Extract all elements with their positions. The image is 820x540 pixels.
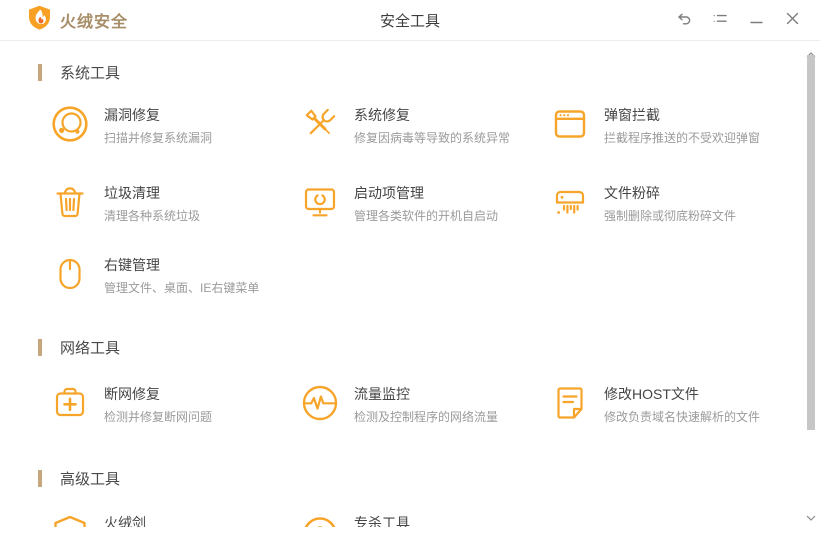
tool-title: 专杀工具 bbox=[354, 515, 410, 527]
tool-title: 断网修复 bbox=[104, 386, 160, 402]
tool-title: 垃圾清理 bbox=[104, 185, 160, 201]
vulnerability-repair-icon bbox=[50, 104, 90, 144]
tool-system-repair[interactable]: 系统修复 修复因病毒等导致的系统异常 bbox=[300, 104, 550, 154]
minimize-icon bbox=[749, 11, 764, 29]
tool-title: 文件粉碎 bbox=[604, 185, 660, 201]
tool-title: 系统修复 bbox=[354, 107, 410, 123]
close-icon bbox=[785, 11, 800, 29]
context-menu-manager-icon bbox=[50, 254, 90, 294]
tool-title: 漏洞修复 bbox=[104, 107, 160, 123]
section-marker bbox=[38, 469, 42, 487]
tool-host-file[interactable]: 修改HOST文件 修改负责域名快速解析的文件 bbox=[550, 383, 820, 433]
vertical-scrollbar[interactable] bbox=[805, 41, 817, 540]
window-controls bbox=[672, 8, 820, 32]
section-advanced-tools: 高级工具 bbox=[38, 468, 820, 488]
popup-blocker-icon bbox=[550, 104, 590, 144]
file-shredder-icon bbox=[550, 182, 590, 222]
app-logo: 火绒安全 bbox=[28, 5, 128, 35]
back-button[interactable] bbox=[672, 8, 696, 32]
tool-title: 右键管理 bbox=[104, 257, 160, 273]
startup-manager-icon bbox=[300, 182, 340, 222]
chevron-down-icon[interactable] bbox=[806, 508, 816, 526]
tool-desc: 修改负责域名快速解析的文件 bbox=[604, 410, 761, 424]
clipped-row-wrapper: 火绒剑 专杀工具 bbox=[0, 512, 820, 527]
huorong-shield-flame-logo-icon bbox=[28, 5, 51, 35]
section-marker bbox=[38, 338, 42, 356]
tool-title: 流量监控 bbox=[354, 386, 410, 402]
tools-panel: 系统工具 漏洞修复 扫描并修复系统漏洞 系统修复 修复因病毒等导致的系统异常 弹… bbox=[0, 62, 820, 527]
tool-desc: 强制删除或彻底粉碎文件 bbox=[604, 209, 737, 223]
section-title: 高级工具 bbox=[60, 470, 121, 488]
tool-desc: 修复因病毒等导致的系统异常 bbox=[354, 131, 511, 145]
tool-row: 垃圾清理 清理各种系统垃圾 启动项管理 管理各类软件的开机自启动 文件粉碎 强制… bbox=[50, 182, 820, 232]
menu-button[interactable] bbox=[708, 8, 732, 32]
tool-vulnerability-repair[interactable]: 漏洞修复 扫描并修复系统漏洞 bbox=[50, 104, 300, 154]
tool-desc: 管理文件、桌面、IE右键菜单 bbox=[104, 281, 260, 295]
scrollbar-thumb[interactable] bbox=[807, 55, 815, 430]
tool-context-menu-manager[interactable]: 右键管理 管理文件、桌面、IE右键菜单 bbox=[50, 254, 300, 304]
section-marker bbox=[38, 63, 42, 81]
tool-startup-manager[interactable]: 启动项管理 管理各类软件的开机自启动 bbox=[300, 182, 550, 232]
tool-desc: 扫描并修复系统漏洞 bbox=[104, 131, 213, 145]
section-system-tools: 系统工具 bbox=[38, 62, 820, 82]
tool-specialized-killer[interactable]: 专杀工具 bbox=[300, 512, 550, 527]
huorong-sword-shield-icon bbox=[50, 512, 90, 527]
network-repair-icon bbox=[50, 383, 90, 423]
tool-desc: 检测及控制程序的网络流量 bbox=[354, 410, 499, 424]
tool-desc: 管理各类软件的开机自启动 bbox=[354, 209, 499, 223]
tool-junk-cleaner[interactable]: 垃圾清理 清理各种系统垃圾 bbox=[50, 182, 300, 232]
tool-row: 右键管理 管理文件、桌面、IE右键菜单 bbox=[50, 254, 820, 304]
tool-desc: 检测并修复断网问题 bbox=[104, 410, 213, 424]
tool-title: 火绒剑 bbox=[104, 515, 146, 527]
section-title: 网络工具 bbox=[60, 339, 121, 357]
tool-desc: 清理各种系统垃圾 bbox=[104, 209, 201, 223]
huorong-security-window: 火绒安全 安全工具 系统工具 漏洞修复 扫描并修复系统漏洞 系统修复 修复因病毒… bbox=[0, 0, 820, 540]
tool-popup-blocker[interactable]: 弹窗拦截 拦截程序推送的不受欢迎弹窗 bbox=[550, 104, 820, 154]
tool-title: 弹窗拦截 bbox=[604, 107, 660, 123]
tool-network-repair[interactable]: 断网修复 检测并修复断网问题 bbox=[50, 383, 300, 433]
tool-row: 漏洞修复 扫描并修复系统漏洞 系统修复 修复因病毒等导致的系统异常 弹窗拦截 拦… bbox=[50, 104, 820, 154]
tool-row: 火绒剑 专杀工具 bbox=[50, 512, 820, 527]
tool-desc: 拦截程序推送的不受欢迎弹窗 bbox=[604, 131, 761, 145]
section-title: 系统工具 bbox=[60, 64, 121, 82]
minimize-button[interactable] bbox=[744, 8, 768, 32]
tool-title: 启动项管理 bbox=[354, 185, 424, 201]
host-file-icon bbox=[550, 383, 590, 423]
tool-file-shredder[interactable]: 文件粉碎 强制删除或彻底粉碎文件 bbox=[550, 182, 820, 232]
system-repair-icon bbox=[300, 104, 340, 144]
undo-arrow-icon bbox=[676, 11, 693, 30]
tool-row: 断网修复 检测并修复断网问题 流量监控 检测及控制程序的网络流量 修改HOST文… bbox=[50, 383, 820, 433]
title-bar: 火绒安全 安全工具 bbox=[0, 0, 820, 41]
tool-huorong-sword[interactable]: 火绒剑 bbox=[50, 512, 300, 527]
section-network-tools: 网络工具 bbox=[38, 337, 820, 357]
specialized-killer-icon bbox=[300, 512, 340, 527]
tool-title: 修改HOST文件 bbox=[604, 386, 699, 402]
traffic-monitor-icon bbox=[300, 383, 340, 423]
list-menu-icon bbox=[712, 11, 728, 29]
app-name: 火绒安全 bbox=[60, 14, 129, 31]
close-button[interactable] bbox=[780, 8, 804, 32]
tool-traffic-monitor[interactable]: 流量监控 检测及控制程序的网络流量 bbox=[300, 383, 550, 433]
junk-cleaner-icon bbox=[50, 182, 90, 222]
